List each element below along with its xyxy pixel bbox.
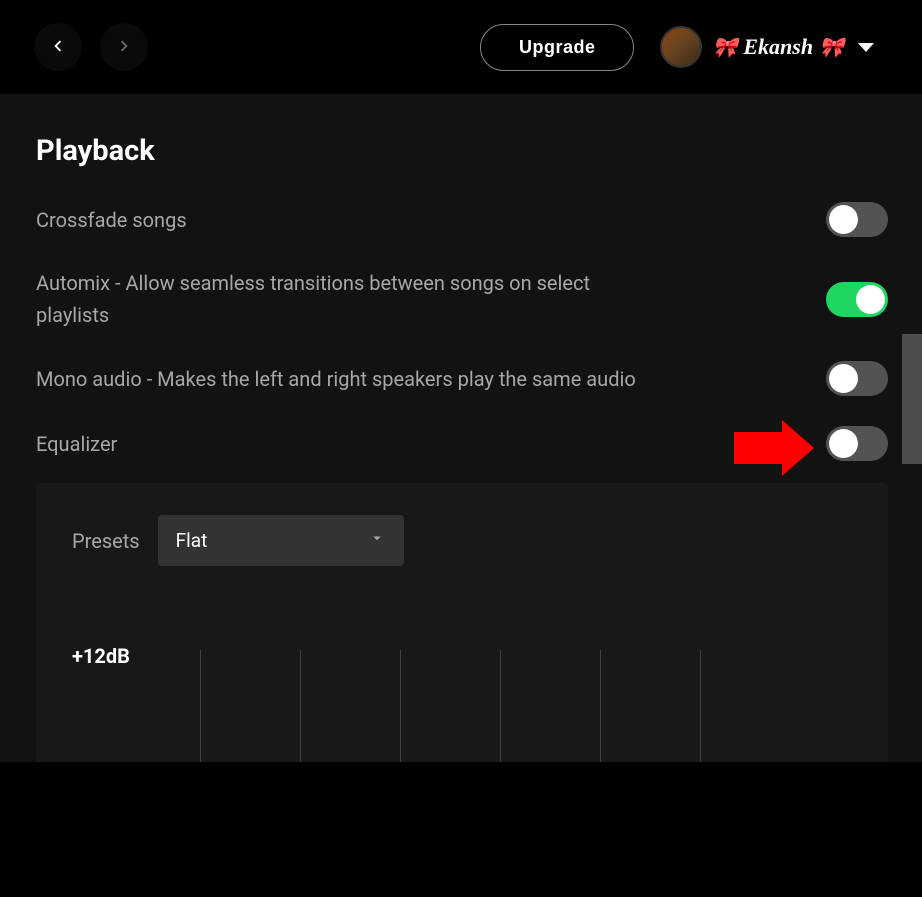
setting-label: Mono audio - Makes the left and right sp… — [36, 363, 636, 395]
username-text: Ekansh — [743, 34, 813, 60]
bow-icon: 🎀 — [819, 35, 844, 60]
topbar: Upgrade 🎀 Ekansh 🎀 — [0, 0, 922, 94]
toggle-knob — [829, 205, 858, 234]
setting-automix: Automix - Allow seamless transitions bet… — [36, 267, 888, 331]
toggle-knob — [829, 429, 858, 458]
preset-select[interactable]: Flat — [158, 515, 404, 566]
setting-label: Equalizer — [36, 428, 117, 460]
mono-toggle[interactable] — [826, 361, 888, 396]
forward-button[interactable] — [100, 23, 148, 71]
crossfade-toggle[interactable] — [826, 202, 888, 237]
nav-buttons — [34, 23, 148, 71]
toggle-knob — [856, 285, 885, 314]
back-button[interactable] — [34, 23, 82, 71]
topbar-right: Upgrade 🎀 Ekansh 🎀 — [480, 22, 888, 72]
presets-label: Presets — [72, 529, 140, 553]
avatar — [660, 26, 702, 68]
preset-value: Flat — [176, 529, 208, 552]
username-display: 🎀 Ekansh 🎀 — [712, 34, 844, 60]
upgrade-button[interactable]: Upgrade — [480, 24, 635, 71]
caret-down-icon — [858, 43, 874, 52]
setting-mono: Mono audio - Makes the left and right sp… — [36, 361, 888, 396]
scrollbar-thumb[interactable] — [902, 334, 922, 464]
setting-label: Crossfade songs — [36, 204, 187, 236]
setting-equalizer: Equalizer — [36, 426, 888, 461]
bottom-player-bar — [0, 762, 922, 897]
chevron-right-icon — [113, 35, 135, 60]
bow-icon: 🎀 — [712, 35, 737, 60]
page-title: Playback — [36, 134, 888, 168]
chevron-down-icon — [368, 529, 386, 552]
setting-label: Automix - Allow seamless transitions bet… — [36, 267, 636, 331]
eq-max-db-label: +12dB — [72, 624, 162, 668]
user-menu[interactable]: 🎀 Ekansh 🎀 — [656, 22, 888, 72]
automix-toggle[interactable] — [826, 282, 888, 317]
toggle-knob — [829, 364, 858, 393]
arrow-annotation-icon — [734, 420, 814, 476]
equalizer-toggle[interactable] — [826, 426, 888, 461]
setting-crossfade: Crossfade songs — [36, 202, 888, 237]
preset-row: Presets Flat — [72, 515, 852, 566]
chevron-left-icon — [47, 35, 69, 60]
